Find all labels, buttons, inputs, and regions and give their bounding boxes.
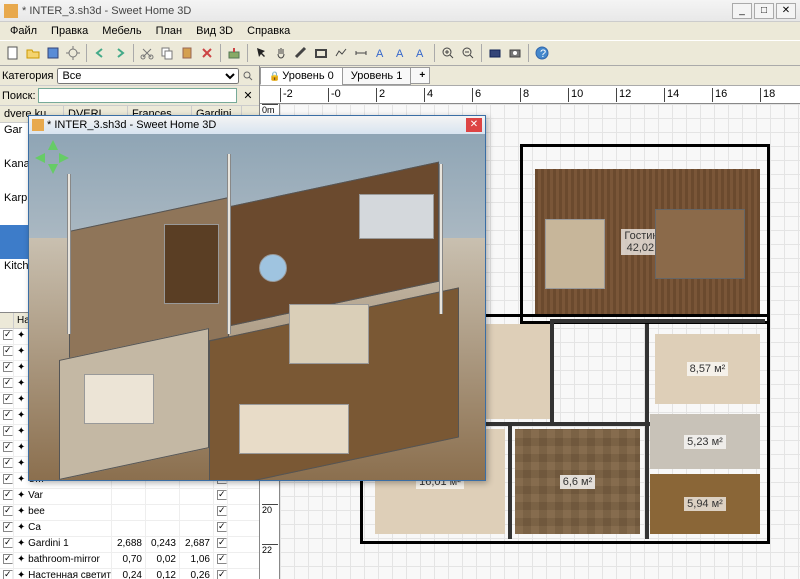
- help-button[interactable]: ?: [533, 44, 551, 62]
- add-level-button[interactable]: +: [410, 67, 430, 84]
- window-titlebar: * INTER_3.sh3d - Sweet Home 3D _ □ ✕: [0, 0, 800, 22]
- svg-text:?: ?: [540, 48, 546, 60]
- dining-3d: [289, 304, 369, 364]
- add-furniture-button[interactable]: [225, 44, 243, 62]
- level-tabs: 🔒Уровень 0 Уровень 1 +: [260, 66, 800, 86]
- redo-button[interactable]: [111, 44, 129, 62]
- close-button[interactable]: ✕: [776, 3, 796, 19]
- search-clear-icon[interactable]: ✕: [239, 87, 257, 105]
- popup-title: * INTER_3.sh3d - Sweet Home 3D: [47, 119, 466, 131]
- room-66[interactable]: 6,6 м²: [515, 429, 640, 534]
- menu-help[interactable]: Справка: [241, 24, 296, 38]
- svg-text:A: A: [396, 48, 404, 60]
- stairs-3d: [164, 224, 219, 304]
- new-button[interactable]: [4, 44, 22, 62]
- lock-icon: 🔒: [269, 71, 280, 81]
- popup-close-button[interactable]: ✕: [466, 118, 482, 132]
- copy-button[interactable]: [158, 44, 176, 62]
- room-594[interactable]: 5,94 м²: [650, 474, 760, 534]
- furniture-row[interactable]: ✦ Var: [0, 489, 259, 505]
- room-tool[interactable]: [312, 44, 330, 62]
- furniture-row[interactable]: ✦ Настенная светит вверх0,240,120,26: [0, 569, 259, 579]
- preferences-button[interactable]: [64, 44, 82, 62]
- toolbar: A A A ?: [0, 40, 800, 66]
- category-select[interactable]: Все: [57, 68, 239, 84]
- paste-button[interactable]: [178, 44, 196, 62]
- category-label: Категория: [2, 70, 53, 82]
- window-title: * INTER_3.sh3d - Sweet Home 3D: [22, 5, 730, 17]
- search-label: Поиск:: [2, 90, 36, 102]
- view3d-popup[interactable]: * INTER_3.sh3d - Sweet Home 3D ✕: [28, 115, 486, 481]
- bed-3d: [84, 374, 154, 424]
- menu-plan[interactable]: План: [150, 24, 189, 38]
- chandelier-3d: [259, 254, 287, 282]
- category-search-icon[interactable]: [239, 67, 257, 85]
- furniture-row[interactable]: ✦ bee: [0, 505, 259, 521]
- menu-3d[interactable]: Вид 3D: [190, 24, 239, 38]
- minimize-button[interactable]: _: [732, 3, 752, 19]
- level-tab-1[interactable]: Уровень 1: [342, 67, 412, 85]
- furniture-row[interactable]: ✦ Gardini 12,6880,2432,687: [0, 537, 259, 553]
- zoom-in-button[interactable]: [439, 44, 457, 62]
- level-tab-0[interactable]: 🔒Уровень 0: [260, 67, 343, 85]
- photo-button[interactable]: [506, 44, 524, 62]
- save-button[interactable]: [44, 44, 62, 62]
- popup-titlebar[interactable]: * INTER_3.sh3d - Sweet Home 3D ✕: [29, 116, 485, 134]
- room-523[interactable]: 5,23 м²: [650, 414, 760, 469]
- app-icon: [4, 4, 18, 18]
- text-tool-a3[interactable]: A: [412, 44, 430, 62]
- kitchen-3d: [359, 194, 434, 239]
- dining-table[interactable]: [545, 219, 605, 289]
- menu-file[interactable]: Файл: [4, 24, 43, 38]
- zoom-out-button[interactable]: [459, 44, 477, 62]
- text-tool-a2[interactable]: A: [392, 44, 410, 62]
- menu-edit[interactable]: Правка: [45, 24, 94, 38]
- menu-bar: Файл Правка Мебель План Вид 3D Справка: [0, 22, 800, 40]
- cut-button[interactable]: [138, 44, 156, 62]
- dimension-tool[interactable]: [352, 44, 370, 62]
- compass-icon[interactable]: [35, 140, 69, 174]
- view3d-canvas[interactable]: [29, 134, 485, 480]
- search-input[interactable]: [38, 88, 237, 103]
- delete-button[interactable]: [198, 44, 216, 62]
- svg-text:A: A: [376, 48, 384, 60]
- polyline-tool[interactable]: [332, 44, 350, 62]
- furniture-row[interactable]: ✦ Ca: [0, 521, 259, 537]
- popup-app-icon: [32, 119, 44, 131]
- svg-text:A: A: [416, 48, 424, 60]
- view3d-button[interactable]: [486, 44, 504, 62]
- maximize-button[interactable]: □: [754, 3, 774, 19]
- room-857[interactable]: 8,57 м²: [655, 334, 760, 404]
- pan-tool[interactable]: [272, 44, 290, 62]
- undo-button[interactable]: [91, 44, 109, 62]
- open-button[interactable]: [24, 44, 42, 62]
- text-tool-a1[interactable]: A: [372, 44, 390, 62]
- wall-tool[interactable]: [292, 44, 310, 62]
- sofa-area[interactable]: [655, 209, 745, 279]
- ruler-horizontal: -2-024681012141618: [260, 86, 800, 104]
- sofa-3d: [239, 404, 349, 454]
- select-tool[interactable]: [252, 44, 270, 62]
- furniture-row[interactable]: ✦ bathroom-mirror0,700,021,06: [0, 553, 259, 569]
- menu-furniture[interactable]: Мебель: [96, 24, 147, 38]
